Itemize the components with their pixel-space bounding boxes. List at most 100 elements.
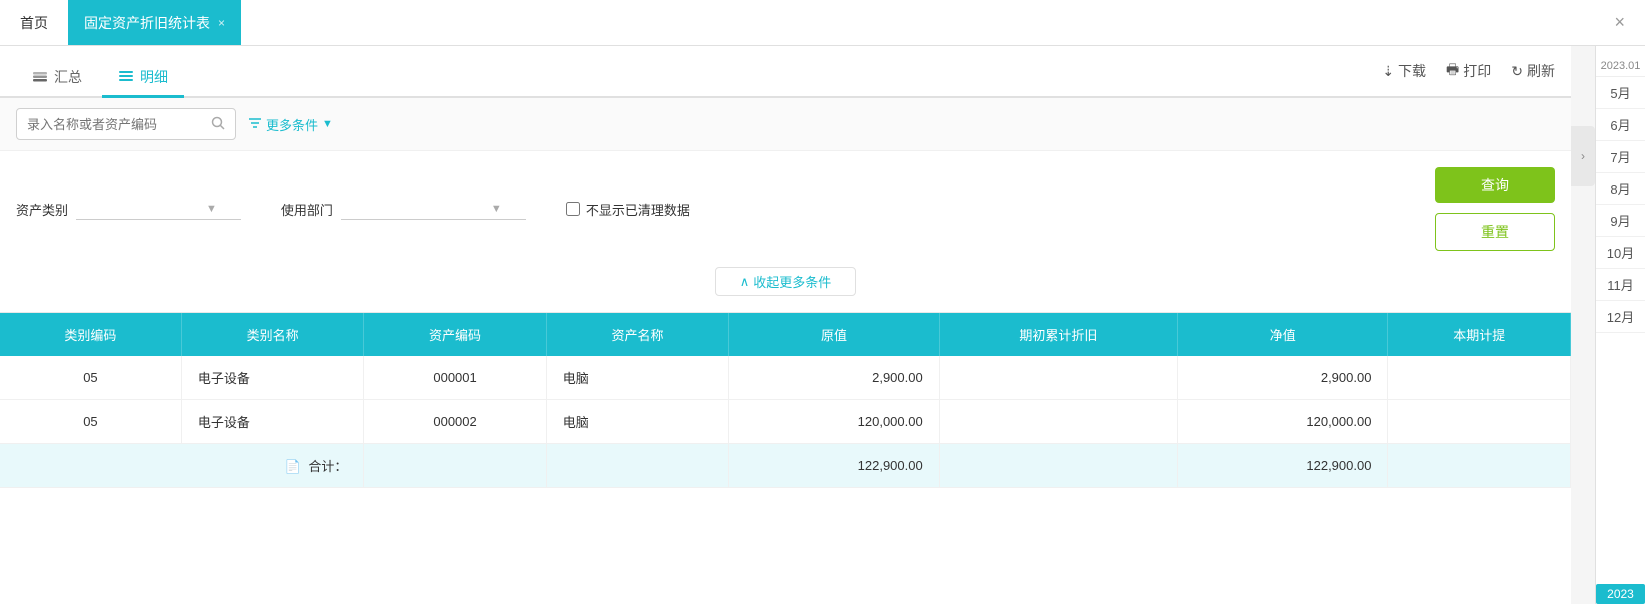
refresh-icon: ↻	[1511, 63, 1523, 80]
list-icon	[118, 69, 134, 85]
cell-current-depreciation	[1388, 356, 1571, 400]
col-asset-code: 资产编码	[364, 313, 546, 356]
cell-current-depreciation	[1388, 400, 1571, 444]
more-conditions-label: 更多条件	[266, 115, 318, 134]
col-asset-name: 资产名称	[546, 313, 728, 356]
tab-summary[interactable]: 汇总	[16, 59, 98, 98]
active-tab[interactable]: 固定资产折旧统计表 ×	[68, 0, 241, 45]
col-category-code: 类别编码	[0, 313, 181, 356]
data-table: 类别编码 类别名称 资产编码 资产名称 原值 期初累计折旧 净值 本期计提 05…	[0, 313, 1571, 488]
close-tab-icon[interactable]: ×	[218, 16, 225, 30]
hide-cleared-checkbox[interactable]	[566, 202, 580, 216]
cell-category-code: 05	[0, 400, 181, 444]
summary-empty-1	[364, 444, 546, 488]
summary-row: 📄 合计： 122,900.00 122,900.00	[0, 444, 1571, 488]
cell-asset-code: 000002	[364, 400, 546, 444]
sidebar-month-item[interactable]: 10月	[1596, 237, 1645, 269]
sidebar-month-item[interactable]: 8月	[1596, 173, 1645, 205]
right-area: › 2023.01 5月6月7月8月9月10月11月12月 2023	[1571, 46, 1645, 604]
summary-empty-2	[546, 444, 728, 488]
month-list: 5月6月7月8月9月10月11月12月	[1596, 77, 1645, 333]
cell-asset-name: 电脑	[546, 356, 728, 400]
download-label: 下载	[1398, 61, 1426, 81]
cell-net-value: 120,000.00	[1177, 400, 1387, 444]
collapse-bar: ∧ 收起更多条件	[16, 267, 1555, 296]
cell-asset-code: 000001	[364, 356, 546, 400]
cell-category-code: 05	[0, 356, 181, 400]
layers-icon	[32, 69, 48, 85]
search-row: 更多条件 ▼	[0, 98, 1571, 151]
hide-cleared-item: 不显示已清理数据	[566, 200, 690, 219]
sidebar-month-item[interactable]: 12月	[1596, 301, 1645, 333]
print-icon: 🖶	[1446, 59, 1459, 83]
summary-accumulated-depreciation	[939, 444, 1177, 488]
department-arrow-icon: ▼	[491, 203, 502, 215]
home-tab[interactable]: 首页	[0, 0, 68, 45]
asset-category-select[interactable]: ▼	[76, 199, 241, 220]
summary-original-value: 122,900.00	[729, 444, 939, 488]
chevron-down-icon: ▼	[322, 118, 333, 130]
cell-category-name: 电子设备	[181, 356, 363, 400]
print-button[interactable]: 🖶 打印	[1446, 59, 1491, 83]
chevron-up-icon: ∧	[740, 274, 750, 290]
cell-asset-name: 电脑	[546, 400, 728, 444]
search-icon	[211, 116, 225, 133]
table-row: 05 电子设备 000002 电脑 120,000.00 120,000.00	[0, 400, 1571, 444]
asset-category-arrow-icon: ▼	[206, 203, 217, 215]
filter-actions: 查询 重置	[1435, 167, 1555, 251]
filter-row: 资产类别 ▼ 使用部门 ▼ 不显示已清理数据	[16, 167, 1555, 251]
asset-category-label: 资产类别	[16, 200, 68, 219]
collapse-label: 收起更多条件	[753, 272, 831, 291]
cell-accumulated-depreciation	[939, 356, 1177, 400]
refresh-label: 刷新	[1527, 61, 1555, 81]
cell-original-value: 2,900.00	[729, 356, 939, 400]
col-original-value: 原值	[729, 313, 939, 356]
sidebar-collapse-arrow[interactable]: ›	[1571, 126, 1595, 186]
top-nav: 首页 固定资产折旧统计表 × ×	[0, 0, 1645, 46]
year-badge: 2023	[1596, 584, 1645, 604]
reset-button[interactable]: 重置	[1435, 213, 1555, 251]
tab-summary-label: 汇总	[54, 67, 82, 87]
department-select[interactable]: ▼	[341, 199, 526, 220]
department-label: 使用部门	[281, 200, 333, 219]
download-icon: ⇣	[1382, 63, 1394, 80]
print-label: 打印	[1463, 61, 1491, 81]
col-net-value: 净值	[1177, 313, 1387, 356]
query-button[interactable]: 查询	[1435, 167, 1555, 203]
filter-icon	[248, 116, 262, 133]
cell-original-value: 120,000.00	[729, 400, 939, 444]
more-conditions-button[interactable]: 更多条件 ▼	[248, 115, 333, 134]
table-header-row: 类别编码 类别名称 资产编码 资产名称 原值 期初累计折旧 净值 本期计提	[0, 313, 1571, 356]
col-accumulated-depreciation: 期初累计折旧	[939, 313, 1177, 356]
toolbar-row: ⇣ 下载 🖶 打印 ↻ 刷新	[1366, 46, 1571, 96]
sidebar-month-item[interactable]: 7月	[1596, 141, 1645, 173]
col-category-name: 类别名称	[181, 313, 363, 356]
tab-detail-label: 明细	[140, 67, 168, 87]
main-content: 汇总 明细 ⇣ 下载	[0, 46, 1645, 604]
summary-label: 📄 合计：	[0, 444, 364, 488]
window-close-button[interactable]: ×	[1594, 0, 1645, 45]
asset-category-filter: 资产类别 ▼	[16, 199, 241, 220]
hide-cleared-label: 不显示已清理数据	[586, 200, 690, 219]
department-filter: 使用部门 ▼	[281, 199, 526, 220]
date-display: 2023.01	[1596, 56, 1645, 77]
right-sidebar: 2023.01 5月6月7月8月9月10月11月12月 2023	[1595, 46, 1645, 604]
sidebar-month-item[interactable]: 5月	[1596, 77, 1645, 109]
cell-net-value: 2,900.00	[1177, 356, 1387, 400]
search-input[interactable]	[27, 117, 205, 132]
left-panel: 汇总 明细 ⇣ 下载	[0, 46, 1571, 604]
sidebar-month-item[interactable]: 6月	[1596, 109, 1645, 141]
summary-icon: 📄	[285, 459, 301, 474]
summary-net-value: 122,900.00	[1177, 444, 1387, 488]
tab-detail[interactable]: 明细	[102, 59, 184, 98]
search-input-wrap[interactable]	[16, 108, 236, 140]
refresh-button[interactable]: ↻ 刷新	[1511, 61, 1555, 81]
collapse-button[interactable]: ∧ 收起更多条件	[715, 267, 857, 296]
sidebar-month-item[interactable]: 11月	[1596, 269, 1645, 301]
table-row: 05 电子设备 000001 电脑 2,900.00 2,900.00	[0, 356, 1571, 400]
sidebar-month-item[interactable]: 9月	[1596, 205, 1645, 237]
col-current-depreciation: 本期计提	[1388, 313, 1571, 356]
filter-panel: 资产类别 ▼ 使用部门 ▼ 不显示已清理数据	[0, 151, 1571, 313]
download-button[interactable]: ⇣ 下载	[1382, 61, 1426, 81]
cell-category-name: 电子设备	[181, 400, 363, 444]
